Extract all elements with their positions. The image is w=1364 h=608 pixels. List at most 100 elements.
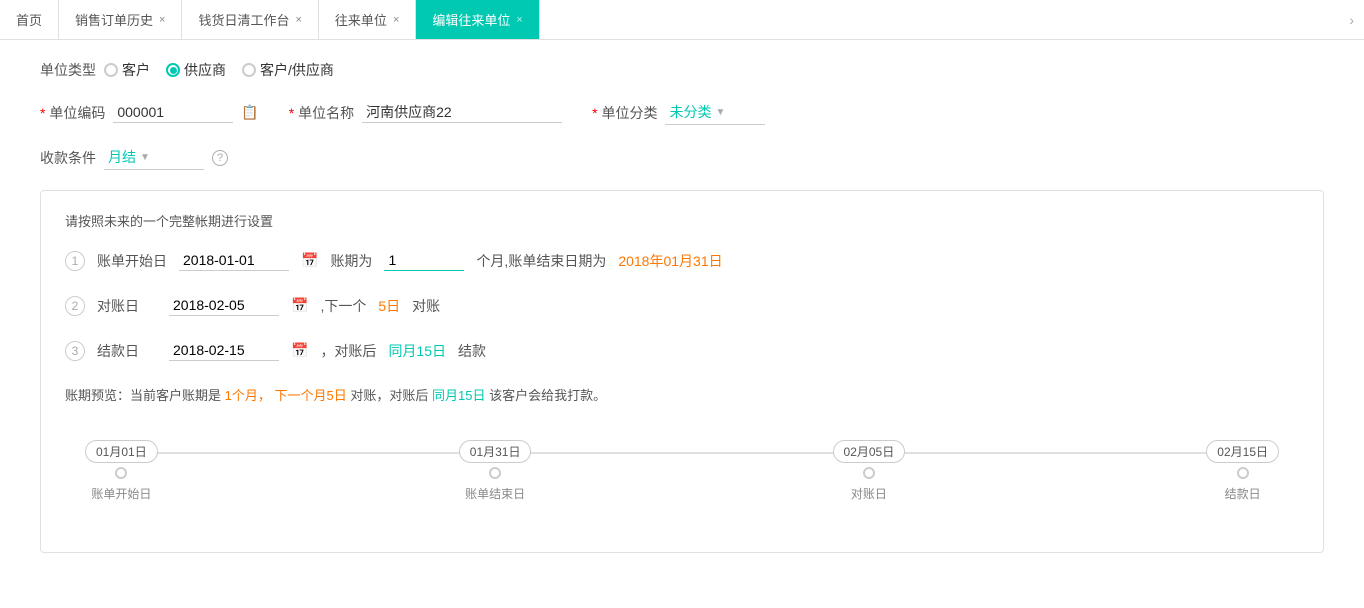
step-2-num: 2	[65, 296, 85, 316]
timeline-badge-3: 02月05日	[833, 440, 906, 463]
step-3-calendar-icon[interactable]: 📅	[291, 342, 308, 359]
tabs-scroll-arrow[interactable]: ›	[1339, 0, 1364, 39]
tab-cash-work[interactable]: 钱货日清工作台 ×	[182, 0, 318, 39]
payment-terms-arrow: ▼	[140, 152, 150, 163]
unit-code-label: 单位编码	[40, 103, 105, 123]
tab-partner-close[interactable]: ×	[393, 14, 399, 26]
step-3-prefix: ，对账后	[320, 341, 376, 361]
step-2-label: 对账日	[97, 296, 157, 316]
preview-label: 账期预览：当前客户账期是	[65, 388, 221, 403]
settings-card: 请按照未来的一个完整帐期进行设置 1 账单开始日 📅 账期为 个月,账单结束日期…	[40, 190, 1324, 553]
tab-edit-partner[interactable]: 编辑往来单位 ×	[416, 0, 539, 39]
payment-terms-group: 收款条件 月结 ▼ ?	[40, 145, 228, 170]
radio-supplier[interactable]: 供应商	[166, 60, 226, 80]
timeline-container: 01月01日 账单开始日 01月31日 账单结束日 02月05日 对账日 02月…	[65, 424, 1299, 532]
radio-both-label: 客户/供应商	[260, 60, 334, 80]
step-2-suffix: 对账	[412, 296, 440, 316]
timeline-label-2: 账单结束日	[465, 485, 525, 502]
unit-code-group: 单位编码 📋	[40, 102, 259, 123]
tab-edit-partner-label: 编辑往来单位	[432, 10, 510, 29]
timeline-label-1: 账单开始日	[91, 485, 151, 502]
timeline-badge-4: 02月15日	[1206, 440, 1279, 463]
unit-type-label: 单位类型	[40, 60, 96, 80]
unit-category-group: 单位分类 未分类 ▼	[592, 100, 765, 125]
step-1-label: 账单开始日	[97, 251, 167, 271]
tab-home[interactable]: 首页	[0, 0, 59, 39]
preview-part1: 1个月，	[225, 388, 271, 403]
tabs-bar: 首页 销售订单历史 × 钱货日清工作台 × 往来单位 × 编辑往来单位 × ›	[0, 0, 1364, 40]
step-3-date-input[interactable]	[169, 340, 279, 361]
unit-code-copy-icon[interactable]: 📋	[241, 104, 258, 121]
tab-cash-work-close[interactable]: ×	[295, 14, 301, 26]
unit-type-row: 单位类型 客户 供应商 客户/供应商	[40, 60, 1324, 80]
step-1-period-input[interactable]	[384, 250, 464, 271]
step-3-row: 3 结款日 📅 ，对账后 同月15日 结款	[65, 340, 1299, 361]
preview-part3: 同月15日	[432, 388, 485, 403]
timeline-node-4: 02月15日 结款日	[1206, 440, 1279, 502]
step-2-calendar-icon[interactable]: 📅	[291, 297, 308, 314]
step-1-period-suffix: 个月,账单结束日期为	[476, 251, 606, 271]
tab-cash-work-label: 钱货日清工作台	[198, 10, 289, 29]
step-1-row: 1 账单开始日 📅 账期为 个月,账单结束日期为 2018年01月31日	[65, 250, 1299, 271]
payment-terms-value: 月结	[108, 147, 136, 167]
radio-customer-label: 客户	[122, 60, 150, 80]
step-1-period-text: 账期为	[330, 251, 372, 271]
timeline-dot-3	[863, 467, 875, 479]
step-2-prefix: ,下一个	[320, 296, 366, 316]
timeline-node-2: 01月31日 账单结束日	[459, 440, 532, 502]
payment-row: 收款条件 月结 ▼ ?	[40, 145, 1324, 170]
radio-supplier-circle	[166, 63, 180, 77]
preview-mid: 对账，对账后	[350, 388, 428, 403]
radio-customer-circle	[104, 63, 118, 77]
unit-name-group: 单位名称	[289, 102, 562, 123]
step-1-date-input[interactable]	[179, 250, 289, 271]
tab-sales-history-label: 销售订单历史	[75, 10, 153, 29]
timeline-nodes: 01月01日 账单开始日 01月31日 账单结束日 02月05日 对账日 02月…	[85, 440, 1279, 502]
payment-terms-select[interactable]: 月结 ▼	[104, 145, 204, 170]
unit-category-select[interactable]: 未分类 ▼	[665, 100, 765, 125]
step-3-num: 3	[65, 341, 85, 361]
radio-both[interactable]: 客户/供应商	[242, 60, 334, 80]
timeline-node-1: 01月01日 账单开始日	[85, 440, 158, 502]
tab-sales-history[interactable]: 销售订单历史 ×	[59, 0, 182, 39]
unit-category-value: 未分类	[669, 102, 711, 122]
timeline-dot-4	[1237, 467, 1249, 479]
timeline-node-3: 02月05日 对账日	[833, 440, 906, 502]
tab-sales-history-close[interactable]: ×	[159, 14, 165, 26]
step-2-date-input[interactable]	[169, 295, 279, 316]
unit-code-input[interactable]	[113, 102, 233, 123]
radio-supplier-label: 供应商	[184, 60, 226, 80]
tab-home-label: 首页	[16, 10, 42, 29]
radio-both-circle	[242, 63, 256, 77]
step-3-suffix: 结款	[458, 341, 486, 361]
radio-customer[interactable]: 客户	[104, 60, 150, 80]
preview-end: 该客户会给我打款。	[489, 388, 606, 403]
unit-name-input[interactable]	[362, 102, 562, 123]
radio-group: 客户 供应商 客户/供应商	[104, 60, 334, 80]
unit-type-group: 单位类型 客户 供应商 客户/供应商	[40, 60, 334, 80]
timeline-badge-2: 01月31日	[459, 440, 532, 463]
main-content: 单位类型 客户 供应商 客户/供应商 单位编码 📋	[0, 40, 1364, 608]
step-3-label: 结款日	[97, 341, 157, 361]
timeline-dot-2	[489, 467, 501, 479]
step-3-highlight: 同月15日	[388, 341, 446, 361]
unit-name-label: 单位名称	[289, 103, 354, 123]
step-1-end-date: 2018年01月31日	[618, 251, 722, 271]
tab-edit-partner-close[interactable]: ×	[516, 14, 522, 26]
preview-text: 账期预览：当前客户账期是 1个月， 下一个月5日 对账，对账后 同月15日 该客…	[65, 385, 1299, 404]
payment-help-icon[interactable]: ?	[212, 150, 228, 166]
timeline-badge-1: 01月01日	[85, 440, 158, 463]
timeline-label-3: 对账日	[851, 485, 887, 502]
unit-category-arrow: ▼	[715, 107, 725, 118]
tab-partner[interactable]: 往来单位 ×	[319, 0, 416, 39]
payment-terms-label: 收款条件	[40, 148, 96, 168]
step-2-highlight: 5日	[378, 296, 400, 316]
step-2-row: 2 对账日 📅 ,下一个 5日 对账	[65, 295, 1299, 316]
timeline-label-4: 结款日	[1225, 485, 1261, 502]
preview-part2: 下一个月5日	[275, 388, 347, 403]
step-1-calendar-icon[interactable]: 📅	[301, 252, 318, 269]
step-1-num: 1	[65, 251, 85, 271]
timeline-dot-1	[115, 467, 127, 479]
code-name-row: 单位编码 📋 单位名称 单位分类 未分类 ▼	[40, 100, 1324, 125]
card-instruction: 请按照未来的一个完整帐期进行设置	[65, 211, 1299, 230]
